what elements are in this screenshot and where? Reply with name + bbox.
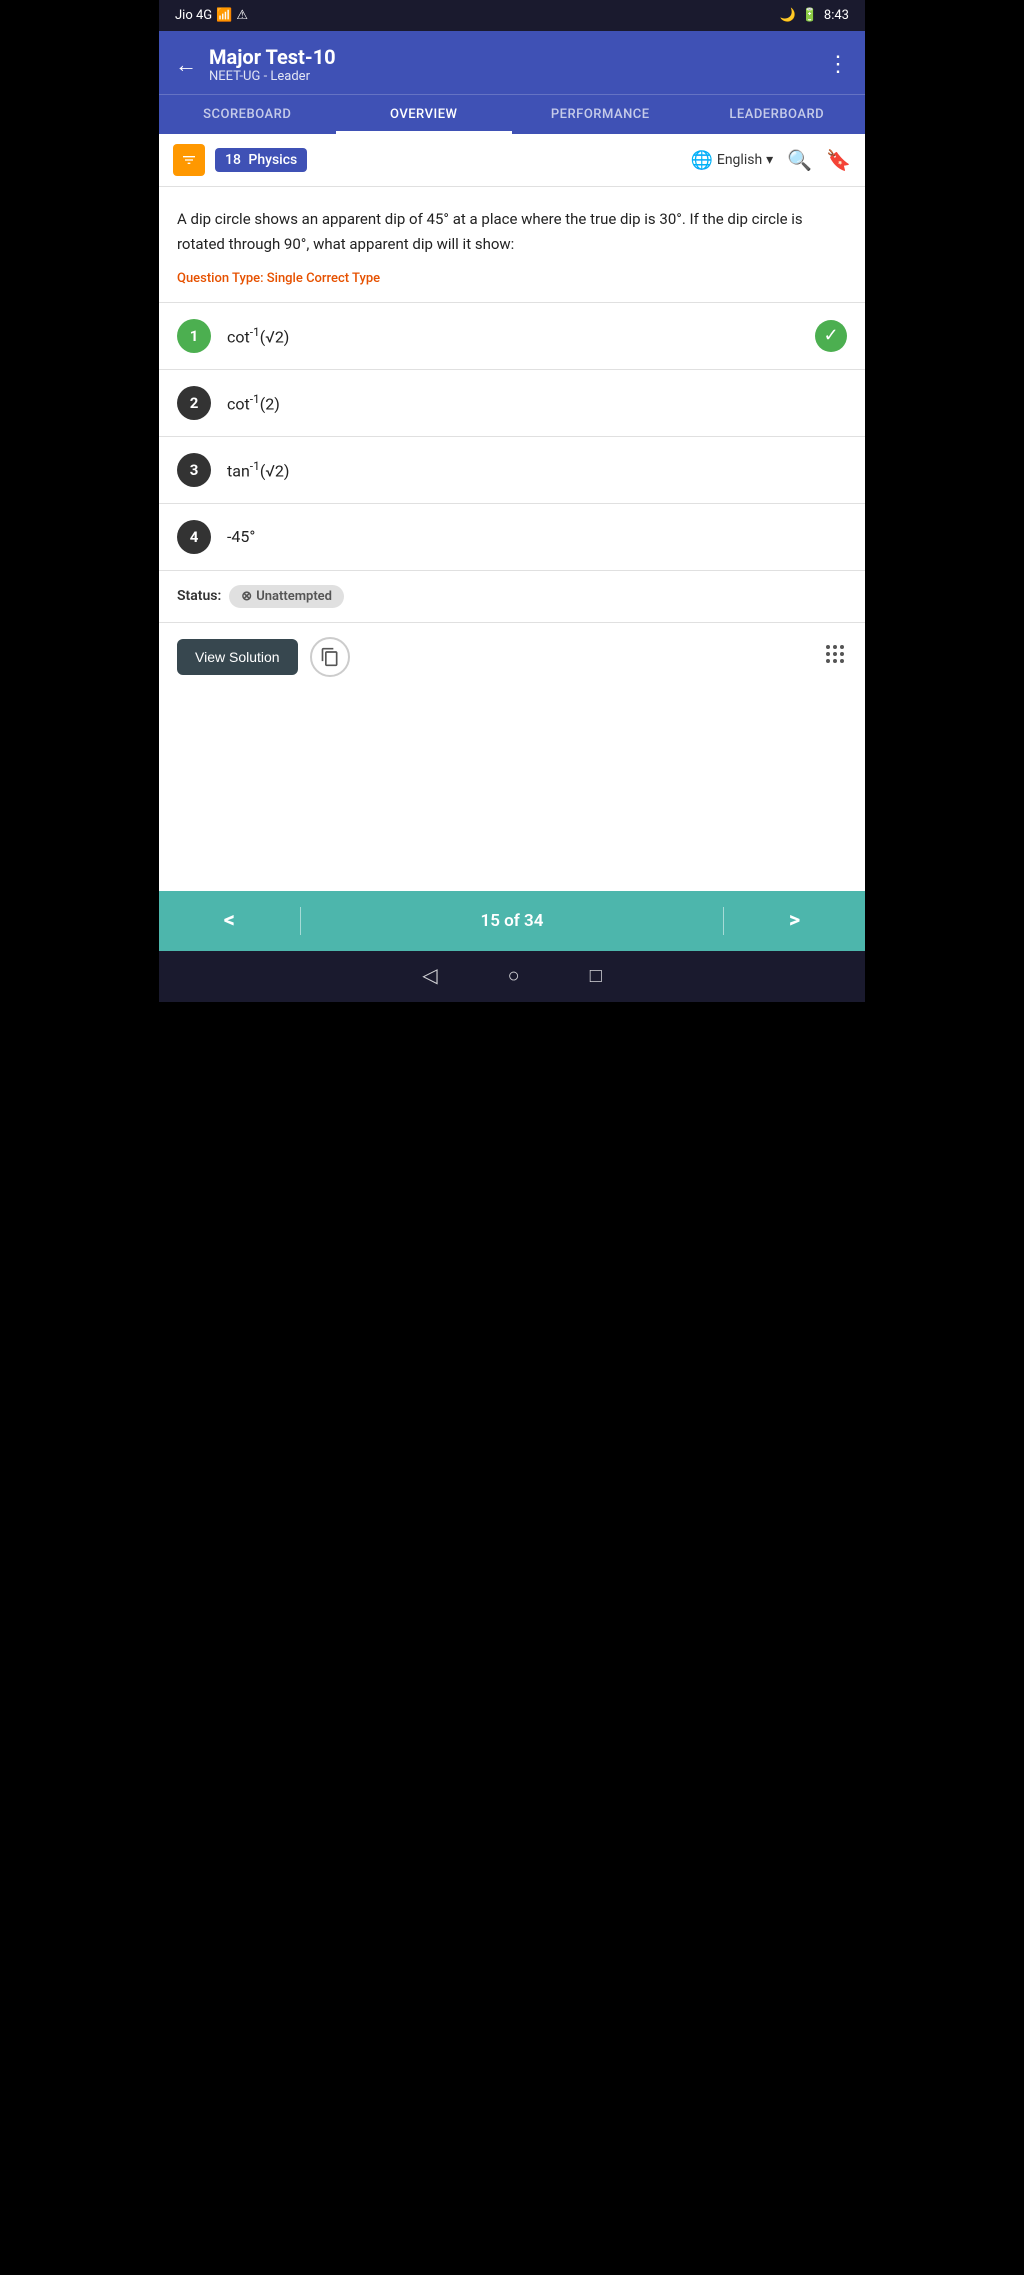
status-bar: Jio 4G 📶 ⚠ 🌙 🔋 8:43 — [159, 0, 865, 31]
option-4[interactable]: 4 -45° — [159, 503, 865, 570]
content-spacer — [159, 691, 865, 891]
chevron-down-icon: ▾ — [766, 152, 773, 168]
option-1[interactable]: 1 cot-1(√2) ✓ — [159, 302, 865, 369]
view-solution-button[interactable]: View Solution — [177, 639, 298, 675]
status-icon: ⊗ — [241, 589, 252, 604]
moon-icon: 🌙 — [780, 8, 796, 23]
question-type: Question Type: Single Correct Type — [177, 271, 847, 286]
option-1-text: cot-1(√2) — [227, 325, 815, 346]
option-2-text: cot-1(2) — [227, 392, 847, 413]
android-recent-button[interactable]: □ — [590, 963, 602, 988]
filter-icon — [181, 152, 197, 168]
options-list: 1 cot-1(√2) ✓ 2 cot-1(2) 3 tan-1(√2) 4 -… — [159, 302, 865, 570]
android-nav-bar: ◁ ○ □ — [159, 951, 865, 1002]
page-subtitle: NEET-UG - Leader — [209, 69, 336, 84]
question-subject: Physics — [248, 152, 297, 168]
grid-button[interactable] — [823, 642, 847, 672]
carrier-text: Jio 4G — [175, 8, 212, 23]
tab-scoreboard[interactable]: SCOREBOARD — [159, 95, 336, 134]
back-button[interactable]: ← — [175, 52, 197, 78]
tab-leaderboard[interactable]: LEADERBOARD — [689, 95, 866, 134]
globe-icon: 🌐 — [690, 150, 712, 171]
question-number: 18 — [225, 152, 241, 168]
page-indicator: 15 of 34 — [301, 911, 723, 931]
language-button[interactable]: 🌐 English ▾ — [690, 150, 773, 171]
status-row: Status: ⊗ Unattempted — [159, 570, 865, 622]
android-back-button[interactable]: ◁ — [422, 963, 437, 987]
option-2[interactable]: 2 cot-1(2) — [159, 369, 865, 436]
prev-button[interactable]: < — [159, 908, 300, 933]
copy-icon — [320, 647, 340, 667]
question-text: A dip circle shows an apparent dip of 45… — [177, 207, 847, 257]
option-3-text: tan-1(√2) — [227, 459, 847, 480]
more-options-button[interactable]: ⋮ — [827, 52, 849, 77]
alert-icon: ⚠ — [236, 8, 248, 23]
filter-button[interactable] — [173, 144, 205, 176]
battery-icon: 🔋 — [802, 8, 818, 23]
status-value: Unattempted — [256, 589, 332, 604]
status-left: Jio 4G 📶 ⚠ — [175, 8, 248, 23]
status-badge: ⊗ Unattempted — [229, 585, 344, 608]
tab-performance[interactable]: PERFORMANCE — [512, 95, 689, 134]
option-3-number: 3 — [177, 453, 211, 487]
bottom-navigation: < 15 of 34 > — [159, 891, 865, 951]
app-header: ← Major Test-10 NEET-UG - Leader ⋮ — [159, 31, 865, 94]
option-4-text: -45° — [227, 527, 847, 546]
bookmark-button[interactable]: 🔖 — [826, 148, 851, 172]
status-right: 🌙 🔋 8:43 — [780, 8, 849, 23]
filter-bar: 18 Physics 🌐 English ▾ 🔍 🔖 — [159, 134, 865, 187]
time-text: 8:43 — [824, 8, 849, 23]
tab-bar: SCOREBOARD OVERVIEW PERFORMANCE LEADERBO… — [159, 94, 865, 134]
correct-tick-icon: ✓ — [815, 320, 847, 352]
question-badge: 18 Physics — [215, 148, 307, 172]
grid-icon — [823, 642, 847, 666]
copy-button[interactable] — [310, 637, 350, 677]
option-4-number: 4 — [177, 520, 211, 554]
bottom-black-area — [159, 1002, 865, 1502]
status-label: Status: — [177, 588, 221, 604]
zoom-button[interactable]: 🔍 — [787, 148, 812, 172]
page-title: Major Test-10 — [209, 45, 336, 69]
language-label: English — [717, 152, 762, 168]
question-area: A dip circle shows an apparent dip of 45… — [159, 187, 865, 302]
next-button[interactable]: > — [724, 908, 865, 933]
signal-icon: 📶 — [216, 8, 232, 23]
android-home-button[interactable]: ○ — [508, 963, 520, 988]
option-3[interactable]: 3 tan-1(√2) — [159, 436, 865, 503]
option-2-number: 2 — [177, 386, 211, 420]
option-1-number: 1 — [177, 319, 211, 353]
action-bar: View Solution — [159, 622, 865, 691]
tab-overview[interactable]: OVERVIEW — [336, 95, 513, 134]
